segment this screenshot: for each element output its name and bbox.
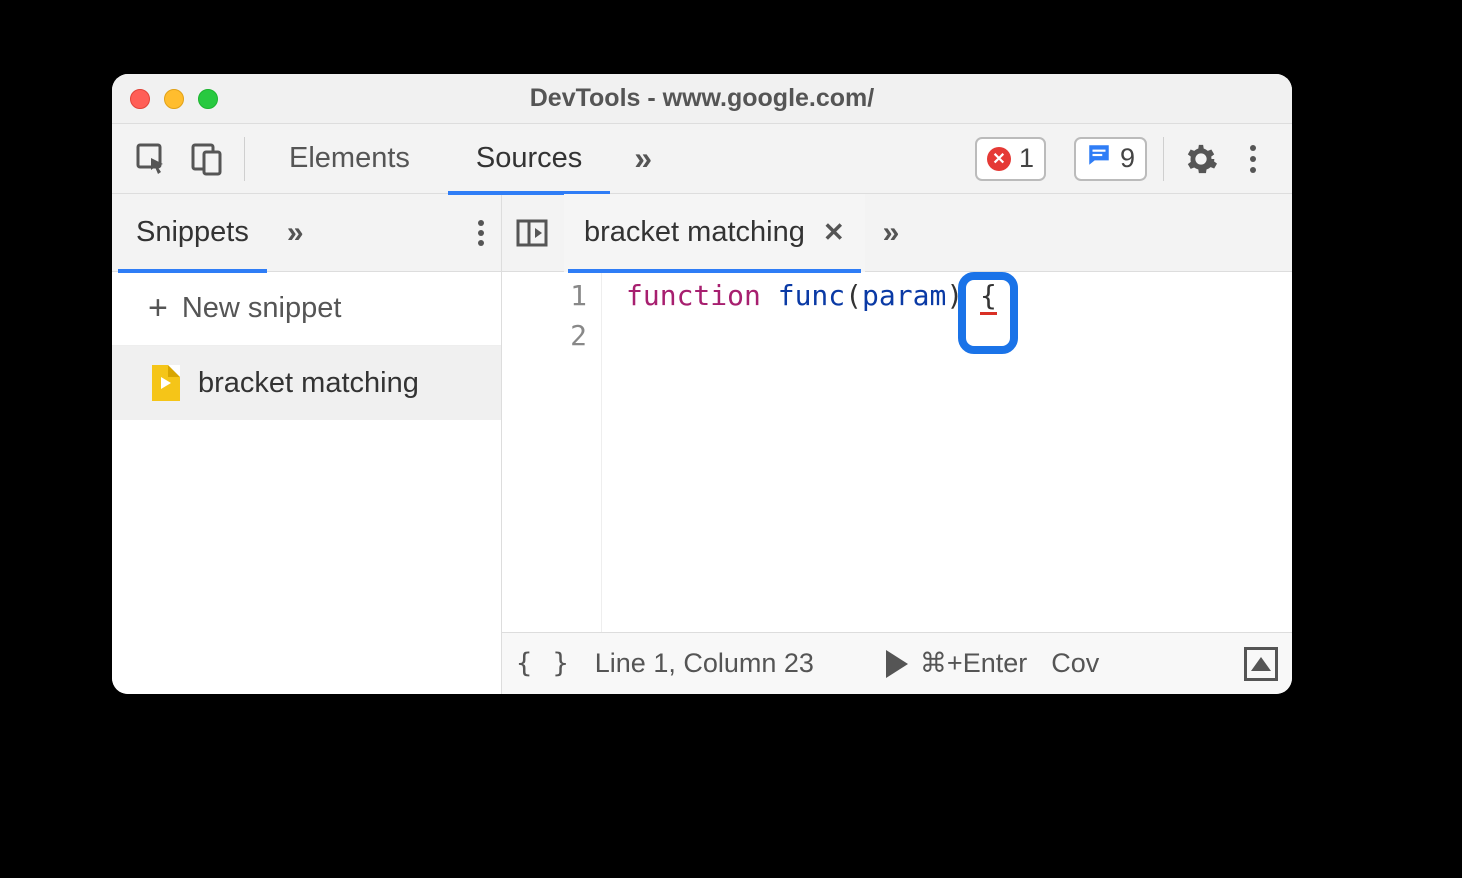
close-tab-icon[interactable]: ✕	[823, 217, 845, 248]
editor-statusbar: { } Line 1, Column 23 ⌘+Enter Cov	[502, 632, 1292, 694]
device-toolbar-icon[interactable]	[184, 137, 228, 181]
zoom-window-button[interactable]	[198, 89, 218, 109]
line-number: 1	[502, 276, 587, 316]
new-snippet-label: New snippet	[182, 292, 342, 325]
messages-badge[interactable]: 9	[1074, 137, 1147, 181]
more-menu-icon[interactable]	[1232, 138, 1274, 180]
sidebar-tabs: Snippets »	[112, 194, 501, 272]
run-snippet-button[interactable]: ⌘+Enter	[886, 648, 1027, 679]
snippet-item-name: bracket matching	[198, 367, 419, 400]
titlebar: DevTools - www.google.com/	[112, 74, 1292, 124]
pretty-print-icon[interactable]: { }	[516, 648, 571, 679]
editor-tabs-overflow-icon[interactable]: »	[865, 216, 918, 250]
token-function-name: func	[778, 279, 845, 312]
settings-icon[interactable]	[1180, 138, 1222, 180]
traffic-lights	[130, 89, 218, 109]
errors-badge[interactable]: ✕ 1	[975, 137, 1046, 181]
editor-pane: bracket matching ✕ » 1 2 function func(p…	[502, 194, 1292, 694]
tab-sources[interactable]: Sources	[448, 124, 610, 194]
line-number: 2	[502, 316, 587, 356]
token-parameter: param	[862, 279, 946, 312]
inspect-element-icon[interactable]	[130, 137, 174, 181]
new-snippet-button[interactable]: + New snippet	[112, 272, 501, 346]
sidebar-more-icon[interactable]	[461, 218, 501, 248]
drawer-toggle-icon[interactable]	[1244, 647, 1278, 681]
code-editor[interactable]: 1 2 function func(param) {	[502, 272, 1292, 632]
error-icon: ✕	[987, 147, 1011, 171]
editor-tabs: bracket matching ✕ »	[502, 194, 1292, 272]
code-area[interactable]: function func(param) {	[602, 272, 1292, 632]
token-paren-open: (	[845, 279, 862, 312]
minimize-window-button[interactable]	[164, 89, 184, 109]
messages-count: 9	[1120, 143, 1135, 174]
tabs-overflow-icon[interactable]: »	[620, 140, 666, 177]
separator	[244, 137, 245, 181]
separator	[1163, 137, 1164, 181]
play-icon	[886, 650, 908, 678]
errors-count: 1	[1019, 143, 1034, 174]
tab-elements[interactable]: Elements	[261, 124, 438, 194]
coverage-label[interactable]: Cov	[1051, 648, 1099, 679]
sidebar: Snippets » + New snippet bracket matchin…	[112, 194, 502, 694]
sidebar-tab-snippets[interactable]: Snippets	[112, 194, 273, 272]
snippet-item[interactable]: bracket matching	[112, 346, 501, 420]
editor-tab[interactable]: bracket matching ✕	[564, 194, 865, 272]
annotation-highlight	[958, 272, 1018, 354]
close-window-button[interactable]	[130, 89, 150, 109]
token-keyword: function	[626, 279, 761, 312]
editor-tab-title: bracket matching	[584, 216, 805, 249]
navigator-toggle-icon[interactable]	[512, 213, 552, 253]
devtools-window: DevTools - www.google.com/ Elements Sour…	[112, 74, 1292, 694]
cursor-position: Line 1, Column 23	[595, 648, 814, 679]
window-title: DevTools - www.google.com/	[530, 84, 874, 113]
message-icon	[1086, 142, 1112, 175]
content-area: Snippets » + New snippet bracket matchin…	[112, 194, 1292, 694]
plus-icon: +	[148, 289, 168, 328]
snippet-file-icon	[152, 365, 180, 401]
line-gutter: 1 2	[502, 272, 602, 632]
run-shortcut-label: ⌘+Enter	[920, 648, 1027, 679]
sidebar-tabs-overflow-icon[interactable]: »	[273, 216, 318, 250]
main-toolbar: Elements Sources » ✕ 1 9	[112, 124, 1292, 194]
